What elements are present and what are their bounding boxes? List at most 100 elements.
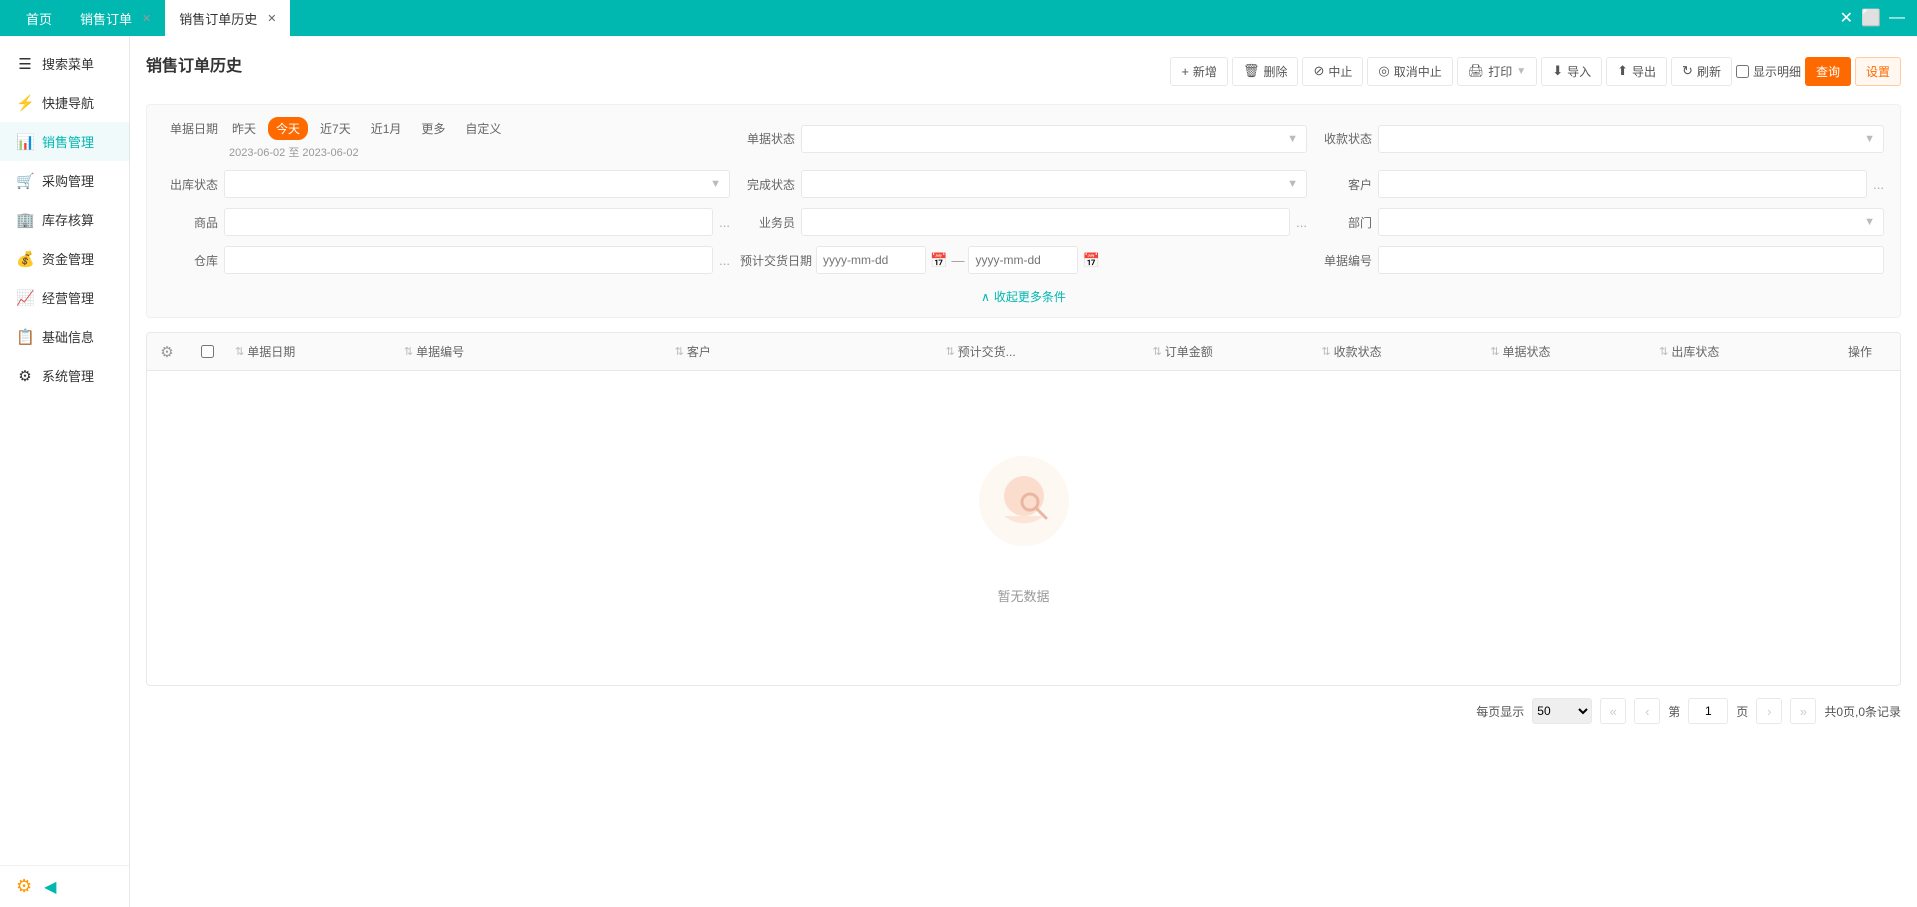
complete-status-select[interactable]: ▼ bbox=[801, 170, 1307, 198]
print-dropdown-icon: ▼ bbox=[1516, 66, 1526, 77]
delivery-date-to[interactable] bbox=[968, 246, 1078, 274]
date-7days[interactable]: 近7天 bbox=[312, 117, 359, 140]
sidebar-item-inventory[interactable]: 🏢 库存核算 bbox=[0, 200, 129, 239]
th-checkbox bbox=[187, 345, 227, 358]
th-delivery-label: 预计交货... bbox=[958, 343, 1016, 360]
last-page-button[interactable]: » bbox=[1790, 698, 1816, 724]
date-yesterday[interactable]: 昨天 bbox=[224, 117, 264, 140]
th-pay-status[interactable]: ⇅ 收款状态 bbox=[1313, 343, 1482, 360]
page-input[interactable] bbox=[1688, 698, 1728, 724]
th-amount-label: 订单金额 bbox=[1165, 343, 1213, 360]
prev-page-button[interactable]: ‹ bbox=[1634, 698, 1660, 724]
th-no[interactable]: ⇅ 单据编号 bbox=[396, 343, 667, 360]
print-button[interactable]: 🖨 打印 ▼ bbox=[1457, 57, 1537, 86]
sidebar-item-search-label: 搜索菜单 bbox=[42, 54, 94, 73]
cancel-stop-button[interactable]: ◎ 取消中止 bbox=[1367, 57, 1452, 86]
collapse-label: 收起更多条件 bbox=[994, 288, 1066, 305]
window-close-button[interactable]: ✕ bbox=[1840, 8, 1853, 28]
th-action: 操作 bbox=[1820, 343, 1900, 360]
salesperson-dots[interactable]: ... bbox=[1296, 215, 1307, 230]
salesperson-input[interactable] bbox=[801, 208, 1290, 236]
product-dots[interactable]: ... bbox=[719, 215, 730, 230]
window-minimize-button[interactable]: — bbox=[1889, 9, 1905, 27]
customer-dots[interactable]: ... bbox=[1873, 177, 1884, 192]
th-amount[interactable]: ⇅ 订单金额 bbox=[1145, 343, 1314, 360]
sidebar-item-finance[interactable]: 💰 资金管理 bbox=[0, 239, 129, 278]
sidebar-item-ops[interactable]: 📈 经营管理 bbox=[0, 278, 129, 317]
page-size-label: 每页显示 bbox=[1476, 703, 1524, 720]
refresh-icon: ↻ bbox=[1682, 63, 1693, 79]
order-status-chevron: ▼ bbox=[1287, 133, 1298, 145]
close-tab-sales-order[interactable]: ✕ bbox=[142, 12, 151, 25]
date-1month[interactable]: 近1月 bbox=[363, 117, 410, 140]
filter-date-cell: 单据日期 昨天 今天 近7天 近1月 更多 自定义 2023-06-02 至 2… bbox=[163, 117, 730, 160]
sidebar-item-system[interactable]: ⚙ 系统管理 bbox=[0, 356, 129, 395]
delete-label: 删除 bbox=[1263, 63, 1287, 80]
salesperson-label: 业务员 bbox=[740, 214, 795, 231]
table-settings-icon[interactable]: ⚙ bbox=[160, 343, 173, 361]
th-order-status-sort-icon: ⇅ bbox=[1490, 345, 1499, 358]
export-icon: ⬆ bbox=[1617, 63, 1628, 79]
sidebar-settings-icon[interactable]: ⚙ bbox=[16, 876, 32, 897]
page-prefix: 第 bbox=[1668, 703, 1680, 720]
display-columns-checkbox[interactable] bbox=[1736, 65, 1749, 78]
filter-customer: 客户 ... bbox=[1317, 170, 1884, 198]
delivery-date-from[interactable] bbox=[816, 246, 926, 274]
add-icon: + bbox=[1181, 64, 1189, 79]
product-input[interactable] bbox=[224, 208, 713, 236]
query-button[interactable]: 查询 bbox=[1805, 57, 1851, 86]
sidebar-item-purchase-label: 采购管理 bbox=[42, 171, 94, 190]
next-page-button[interactable]: › bbox=[1756, 698, 1782, 724]
export-button[interactable]: ⬆ 导出 bbox=[1606, 57, 1667, 86]
out-status-select[interactable]: ▼ bbox=[224, 170, 730, 198]
date-custom[interactable]: 自定义 bbox=[457, 117, 509, 140]
delivery-date-label: 预计交货日期 bbox=[740, 252, 812, 269]
sidebar-item-sales[interactable]: 📊 销售管理 bbox=[0, 122, 129, 161]
display-columns-text: 显示明细 bbox=[1753, 63, 1801, 80]
th-pay-status-label: 收款状态 bbox=[1334, 343, 1382, 360]
tab-home[interactable]: 首页 bbox=[12, 0, 66, 36]
date-today[interactable]: 今天 bbox=[268, 117, 308, 140]
first-page-button[interactable]: « bbox=[1600, 698, 1626, 724]
th-date[interactable]: ⇅ 单据日期 bbox=[227, 343, 396, 360]
customer-input[interactable] bbox=[1378, 170, 1867, 198]
page-size-select[interactable]: 50 10 20 100 bbox=[1532, 698, 1592, 724]
order-no-input[interactable] bbox=[1378, 246, 1884, 274]
close-tab-history[interactable]: ✕ bbox=[267, 12, 276, 25]
delete-button[interactable]: 🗑 删除 bbox=[1232, 57, 1299, 86]
settings-button[interactable]: 设置 bbox=[1855, 57, 1901, 86]
select-all-checkbox[interactable] bbox=[201, 345, 214, 358]
th-out-status[interactable]: ⇅ 出库状态 bbox=[1651, 343, 1820, 360]
window-resize-button[interactable]: ⬜ bbox=[1861, 8, 1881, 28]
refresh-button[interactable]: ↻ 刷新 bbox=[1671, 57, 1732, 86]
sidebar-item-purchase[interactable]: 🛒 采购管理 bbox=[0, 161, 129, 200]
pay-status-select[interactable]: ▼ bbox=[1378, 125, 1884, 153]
complete-status-chevron: ▼ bbox=[1287, 178, 1298, 190]
filter-pay-status: 收款状态 ▼ bbox=[1317, 125, 1884, 153]
th-order-status[interactable]: ⇅ 单据状态 bbox=[1482, 343, 1651, 360]
print-icon: 🖨 bbox=[1468, 63, 1485, 79]
th-customer[interactable]: ⇅ 客户 bbox=[667, 343, 938, 360]
stop-label: 中止 bbox=[1328, 63, 1352, 80]
collapse-row[interactable]: ∧ 收起更多条件 bbox=[163, 284, 1884, 305]
filter-row-3: 商品 ... 业务员 ... 部门 ▼ bbox=[163, 208, 1884, 236]
sidebar-item-search[interactable]: ☰ 搜索菜单 bbox=[0, 44, 129, 83]
tab-sales-order[interactable]: 销售订单 ✕ bbox=[66, 0, 165, 36]
stop-button[interactable]: ⊘ 中止 bbox=[1302, 57, 1363, 86]
delivery-date-to-icon[interactable]: 📅 bbox=[1082, 252, 1099, 269]
department-select[interactable]: ▼ bbox=[1378, 208, 1884, 236]
delivery-date-from-icon[interactable]: 📅 bbox=[930, 252, 947, 269]
date-more[interactable]: 更多 bbox=[413, 117, 453, 140]
th-delivery[interactable]: ⇅ 预计交货... bbox=[937, 343, 1144, 360]
sidebar-collapse-icon[interactable]: ◀ bbox=[44, 877, 56, 897]
warehouse-dots[interactable]: ... bbox=[719, 253, 730, 268]
sidebar-item-info-label: 基础信息 bbox=[42, 327, 94, 346]
tab-sales-order-history[interactable]: 销售订单历史 ✕ bbox=[165, 0, 290, 36]
import-button[interactable]: ⬇ 导入 bbox=[1541, 57, 1602, 86]
out-status-label: 出库状态 bbox=[163, 176, 218, 193]
sidebar-item-info[interactable]: 📋 基础信息 bbox=[0, 317, 129, 356]
add-button[interactable]: + 新增 bbox=[1170, 57, 1228, 86]
order-status-select[interactable]: ▼ bbox=[801, 125, 1307, 153]
sidebar-item-quick-nav[interactable]: ⚡ 快捷导航 bbox=[0, 83, 129, 122]
warehouse-input[interactable] bbox=[224, 246, 713, 274]
